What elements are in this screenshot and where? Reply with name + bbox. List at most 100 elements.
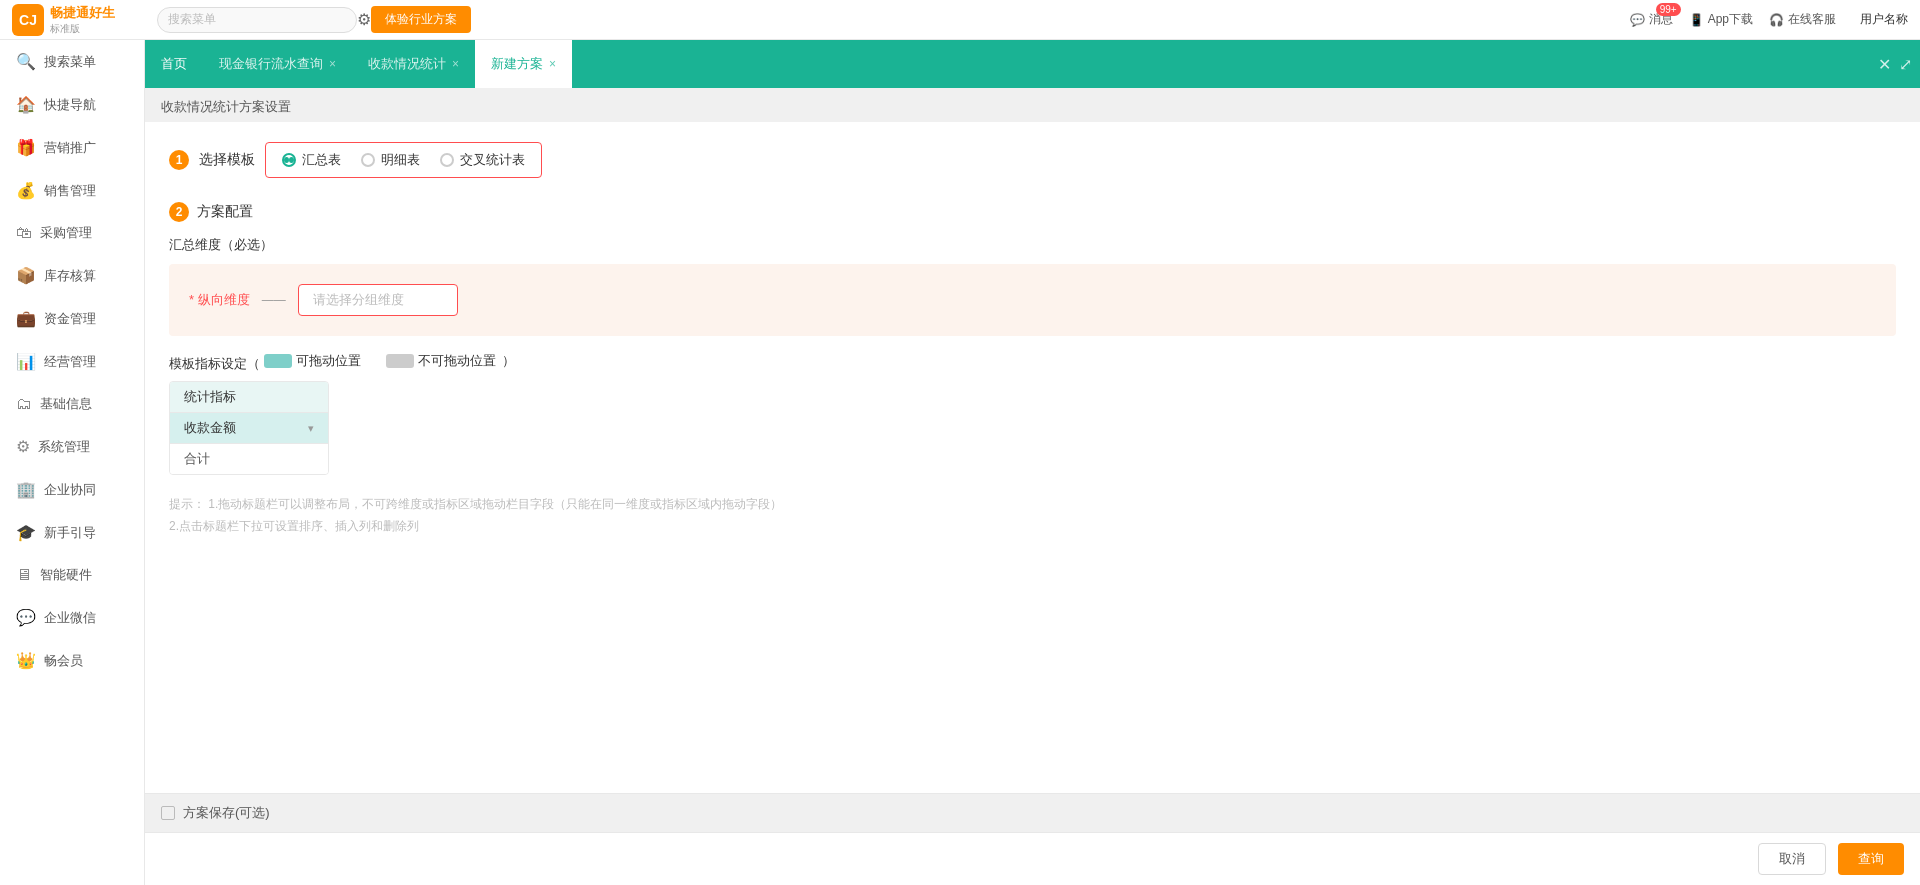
sidebar-item-label: 畅会员 <box>44 652 83 670</box>
settings-icon: ⚙ <box>16 437 30 456</box>
radio-detail-circle <box>361 153 375 167</box>
tab-bank-close[interactable]: × <box>329 57 336 71</box>
dimension-select[interactable]: 请选择分组维度 <box>298 284 458 316</box>
radio-cross[interactable]: 交叉统计表 <box>440 151 525 169</box>
radio-cross-label: 交叉统计表 <box>460 151 525 169</box>
tab-new-plan[interactable]: 新建方案 × <box>475 40 572 88</box>
search-icon: 🔍 <box>16 52 36 71</box>
sidebar-item-operation[interactable]: 📊 经营管理 <box>0 340 144 383</box>
sidebar-item-collab[interactable]: 🏢 企业协同 <box>0 468 144 511</box>
tab-bank-label: 现金银行流水查询 <box>219 55 323 73</box>
tab-home[interactable]: 首页 <box>145 40 203 88</box>
sidebar-item-hardware[interactable]: 🖥 智能硬件 <box>0 554 144 596</box>
sidebar-item-label: 快捷导航 <box>44 96 96 114</box>
sidebar-item-search[interactable]: 🔍 搜索菜单 <box>0 40 144 83</box>
fixed-legend-color <box>386 354 414 368</box>
tab-bank[interactable]: 现金银行流水查询 × <box>203 40 352 88</box>
logo-text: 畅捷通好生 <box>50 4 115 22</box>
tab-new-plan-close[interactable]: × <box>549 57 556 71</box>
dimension-row: * 纵向维度 —— 请选择分组维度 <box>189 284 1876 316</box>
bag-icon: 🛍 <box>16 224 32 242</box>
sidebar-item-label: 新手引导 <box>44 524 96 542</box>
search-bar[interactable]: 搜索菜单 <box>157 7 357 33</box>
sidebar-item-quicknav[interactable]: 🏠 快捷导航 <box>0 83 144 126</box>
movable-legend-color <box>264 354 292 368</box>
trial-button[interactable]: 体验行业方案 <box>371 6 471 33</box>
sidebar-item-label: 智能硬件 <box>40 566 92 584</box>
cancel-button[interactable]: 取消 <box>1758 843 1826 875</box>
box-icon: 📦 <box>16 266 36 285</box>
sidebar-item-inventory[interactable]: 📦 库存核算 <box>0 254 144 297</box>
radio-summary-circle <box>282 153 296 167</box>
logo-abbr: CJ <box>19 12 37 28</box>
hint1: 提示： 1.拖动标题栏可以调整布局，不可跨维度或指标区域拖动栏目字段（只能在同一… <box>169 494 1896 516</box>
sidebar-item-label: 销售管理 <box>44 182 96 200</box>
home-icon: 🏠 <box>16 95 36 114</box>
building-icon: 🏢 <box>16 480 36 499</box>
metrics-close-paren: ） <box>502 352 515 370</box>
sidebar: 🔍 搜索菜单 🏠 快捷导航 🎁 营销推广 💰 销售管理 🛍 采购管理 📦 库存核… <box>0 40 145 885</box>
step2-badge: 2 <box>169 202 189 222</box>
sidebar-item-purchase[interactable]: 🛍 采购管理 <box>0 212 144 254</box>
tab-bar: 首页 现金银行流水查询 × 收款情况统计 × 新建方案 × ✕ ⤢ <box>145 40 1920 88</box>
radio-cross-circle <box>440 153 454 167</box>
gear-icon[interactable]: ⚙ <box>357 10 371 29</box>
content-area: 首页 现金银行流水查询 × 收款情况统计 × 新建方案 × ✕ ⤢ 收款情况统计… <box>145 40 1920 885</box>
radio-detail[interactable]: 明细表 <box>361 151 420 169</box>
sidebar-item-label: 经营管理 <box>44 353 96 371</box>
tab-close-all-icon[interactable]: ✕ <box>1878 55 1891 74</box>
briefcase-icon: 💼 <box>16 309 36 328</box>
metrics-table: 统计指标 收款金额 ▾ 合计 <box>169 381 329 475</box>
tab-receipt-close[interactable]: × <box>452 57 459 71</box>
metrics-col1-row[interactable]: 收款金额 ▾ <box>170 412 328 443</box>
breadcrumb: 收款情况统计方案设置 <box>145 88 1920 122</box>
sidebar-item-label: 资金管理 <box>44 310 96 328</box>
vertical-dim-label: * 纵向维度 <box>189 291 250 309</box>
tab-home-label: 首页 <box>161 55 187 73</box>
sidebar-item-wechat[interactable]: 💬 企业微信 <box>0 596 144 639</box>
sidebar-item-sales[interactable]: 💰 销售管理 <box>0 169 144 212</box>
sidebar-item-marketing[interactable]: 🎁 营销推广 <box>0 126 144 169</box>
metrics-col2-label: 合计 <box>184 451 210 466</box>
sidebar-item-label: 基础信息 <box>40 395 92 413</box>
metrics-col1-label: 收款金额 <box>184 419 236 437</box>
sidebar-item-system[interactable]: ⚙ 系统管理 <box>0 425 144 468</box>
user-name: 用户名称 <box>1860 11 1908 28</box>
metrics-label-sep <box>367 352 380 370</box>
hint-section: 提示： 1.拖动标题栏可以调整布局，不可跨维度或指标区域拖动栏目字段（只能在同一… <box>169 494 1896 537</box>
dimension-arrow: —— <box>262 293 286 307</box>
message-button[interactable]: 💬 消息 99+ <box>1630 11 1673 28</box>
tab-expand-icon[interactable]: ⤢ <box>1899 55 1912 74</box>
download-icon: 📱 <box>1689 13 1704 27</box>
sidebar-item-guide[interactable]: 🎓 新手引导 <box>0 511 144 554</box>
chart-icon: 📊 <box>16 352 36 371</box>
query-button[interactable]: 查询 <box>1838 843 1904 875</box>
logo: CJ 畅捷通好生 标准版 <box>12 4 157 36</box>
radio-summary[interactable]: 汇总表 <box>282 151 341 169</box>
step1-label: 选择模板 <box>199 151 255 169</box>
sidebar-item-label: 企业协同 <box>44 481 96 499</box>
form-panel: 1 选择模板 汇总表 明细表 <box>145 122 1920 793</box>
graduation-icon: 🎓 <box>16 523 36 542</box>
sidebar-item-basic[interactable]: 🗂 基础信息 <box>0 383 144 425</box>
fixed-legend: 不可拖动位置 <box>386 352 496 370</box>
download-button[interactable]: 📱 App下载 <box>1689 11 1753 28</box>
radio-detail-label: 明细表 <box>381 151 420 169</box>
main-layout: 🔍 搜索菜单 🏠 快捷导航 🎁 营销推广 💰 销售管理 🛍 采购管理 📦 库存核… <box>0 40 1920 885</box>
metrics-col2-row: 合计 <box>170 443 328 474</box>
template-radio-group: 汇总表 明细表 交叉统计表 <box>265 142 542 178</box>
footer-save-checkbox[interactable] <box>161 806 175 820</box>
service-button[interactable]: 🎧 在线客服 <box>1769 11 1836 28</box>
fixed-label: 不可拖动位置 <box>418 352 496 370</box>
sidebar-item-finance[interactable]: 💼 资金管理 <box>0 297 144 340</box>
folder-icon: 🗂 <box>16 395 32 413</box>
tab-receipt[interactable]: 收款情况统计 × <box>352 40 475 88</box>
sidebar-item-member[interactable]: 👑 畅会员 <box>0 639 144 682</box>
sidebar-item-label: 营销推广 <box>44 139 96 157</box>
tab-new-plan-label: 新建方案 <box>491 55 543 73</box>
step1-row: 1 选择模板 汇总表 明细表 <box>169 142 1896 178</box>
metrics-header-label: 统计指标 <box>184 388 236 406</box>
movable-label: 可拖动位置 <box>296 352 361 370</box>
sidebar-item-label: 采购管理 <box>40 224 92 242</box>
top-bar: CJ 畅捷通好生 标准版 搜索菜单 ⚙ 体验行业方案 💬 消息 99+ 📱 Ap… <box>0 0 1920 40</box>
